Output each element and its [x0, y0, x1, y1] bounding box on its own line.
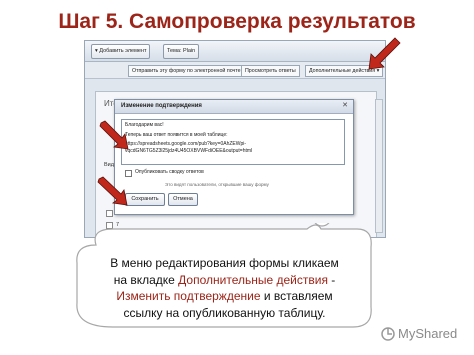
editor-tabs: Отправить эту форму по электронной почте…: [85, 62, 385, 79]
editor-toolbar: ▾ Добавить элемент Тема: Plain: [85, 41, 385, 62]
publish-summary-label: Опубликовать сводку ответов: [135, 169, 204, 175]
scrollbar[interactable]: [375, 99, 383, 233]
logo-text: MyShared: [398, 326, 458, 341]
dialog-note: Это видят пользователи, открывшие вашу ф…: [165, 182, 269, 187]
theme-button[interactable]: Тема: Plain: [163, 44, 200, 59]
slide-title: Шаг 5. Самопроверка результатов: [58, 10, 416, 33]
tab-view-responses[interactable]: Просмотреть ответы: [241, 65, 300, 77]
arrow-down-right-icon: [97, 176, 128, 206]
save-button[interactable]: Сохранить: [125, 193, 165, 206]
confirmation-textarea[interactable]: Благодарим вас! Теперь ваш ответ появитс…: [121, 119, 345, 165]
arrow-down-right-icon: [99, 120, 129, 150]
add-element-button[interactable]: ▾ Добавить элемент: [91, 44, 151, 59]
close-icon[interactable]: ✕: [341, 102, 349, 110]
edit-confirmation-dialog: Изменение подтверждения ✕ Благодарим вас…: [114, 99, 354, 215]
arrow-down-left-icon: [368, 37, 401, 70]
checkbox[interactable]: [106, 210, 113, 217]
dialog-title: Изменение подтверждения: [115, 100, 353, 114]
tab-send-email[interactable]: Отправить эту форму по электронной почте: [128, 65, 245, 77]
cancel-button[interactable]: Отмена: [168, 193, 198, 206]
pane-row-label: Вид: [104, 162, 114, 168]
instruction-text: В меню редактирования формы кликаем на в…: [110, 256, 339, 320]
